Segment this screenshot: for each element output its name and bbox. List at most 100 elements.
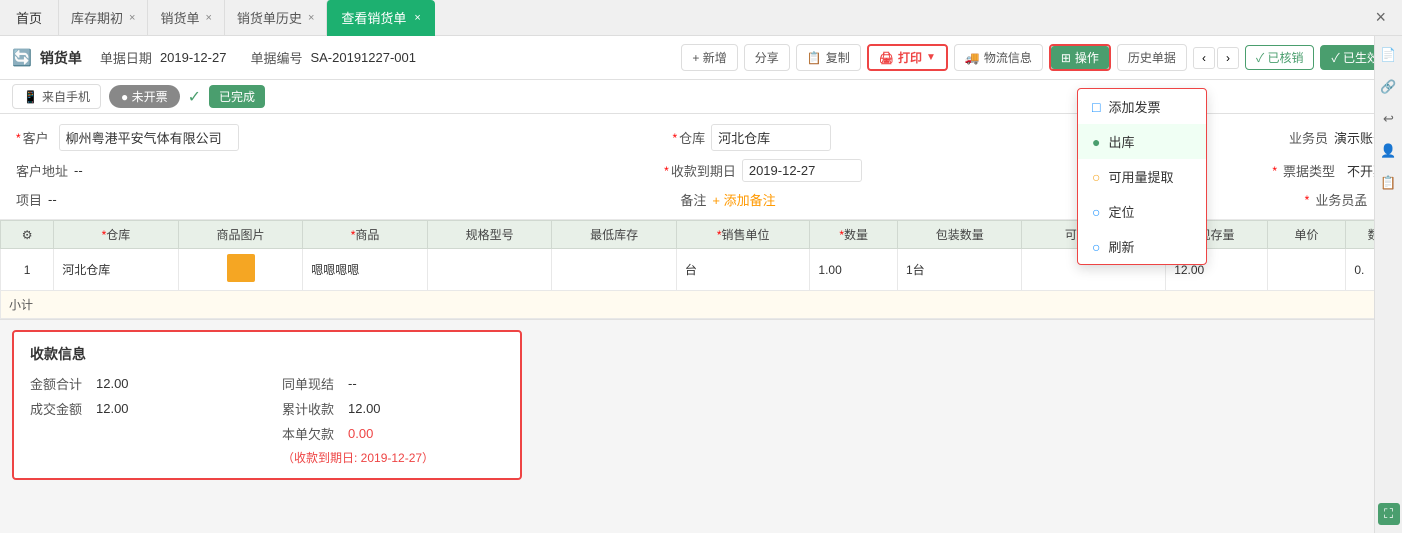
tab-sales-history[interactable]: 销货单历史 ×: [224, 0, 326, 36]
print-dropdown-arrow: ▼: [926, 52, 936, 63]
warehouse-value[interactable]: 河北仓库: [711, 124, 831, 151]
truck-icon: 🚚: [965, 51, 980, 65]
panel-icon-back[interactable]: ↩: [1378, 108, 1400, 130]
ticket-required: *: [1272, 164, 1277, 178]
tab-view-sales[interactable]: 查看销货单 ×: [326, 0, 434, 36]
col-min-stock: 最低库存: [552, 221, 677, 249]
tab-home-label: 首页: [16, 8, 42, 27]
warehouse-label: 仓库: [679, 128, 705, 147]
new-button[interactable]: + 新增: [681, 44, 737, 71]
cell-image: [178, 249, 303, 291]
payment-total-row: 金额合计 12.00: [30, 374, 252, 393]
dropdown-menu: □ 添加发票 ● 出库 ○ 可用量提取 ○ 定位 ○ 刷新: [1077, 88, 1207, 265]
panel-icon-clipboard[interactable]: 📋: [1378, 172, 1400, 194]
dropdown-item-invoice[interactable]: □ 添加发票: [1078, 89, 1206, 124]
nav-arrows: ‹ ›: [1193, 47, 1239, 69]
next-button[interactable]: ›: [1217, 47, 1239, 69]
dropdown-item-locate[interactable]: ○ 定位: [1078, 194, 1206, 229]
invoice-icon: □: [1092, 99, 1100, 115]
phone-icon: 📱: [23, 90, 38, 104]
col-image: 商品图片: [178, 221, 303, 249]
tab-sales-history-close[interactable]: ×: [308, 12, 314, 24]
col-pkg-qty: 包装数量: [897, 221, 1022, 249]
plus-icon: +: [712, 193, 720, 208]
payment-same-order-value: --: [348, 376, 357, 391]
cell-price: [1267, 249, 1346, 291]
locate-icon: ○: [1092, 204, 1100, 220]
subtotal-row: 小计: [1, 291, 1402, 319]
col-spec: 规格型号: [427, 221, 552, 249]
share-button[interactable]: 分享: [744, 44, 790, 71]
cell-product: 嗯嗯嗯嗯: [303, 249, 428, 291]
payment-total-value: 12.00: [96, 376, 129, 391]
history-button[interactable]: 历史单据: [1117, 44, 1187, 71]
logistics-button[interactable]: 🚚 物流信息: [954, 44, 1043, 71]
cell-unit: 台: [676, 249, 810, 291]
col-unit: *销售单位: [676, 221, 810, 249]
project-label: 项目: [16, 190, 42, 209]
product-image: [227, 254, 255, 282]
print-icon: 🖨: [879, 51, 894, 65]
payment-owed-label: 本单欠款: [282, 424, 342, 443]
operate-button[interactable]: ⊞ 操作: [1051, 46, 1109, 69]
cell-spec: [427, 249, 552, 291]
done-button[interactable]: 已完成: [209, 85, 265, 108]
tab-sales-close[interactable]: ×: [205, 12, 211, 24]
right-panel: 📄 🔗 ↩ 👤 📋 ⛶: [1374, 36, 1402, 533]
payment-deal-label: 成交金额: [30, 399, 90, 418]
staff-label: 业务员: [1289, 128, 1328, 147]
cancel-status-button[interactable]: ✓ 已核销: [1245, 45, 1315, 70]
subtotal-label: 小计: [1, 291, 1402, 319]
tab-sales[interactable]: 销货单 ×: [147, 0, 223, 36]
address-label: 客户地址: [16, 161, 68, 180]
panel-icon-user[interactable]: 👤: [1378, 140, 1400, 162]
from-phone-button[interactable]: 📱 来自手机: [12, 84, 101, 109]
project-value: --: [48, 192, 57, 207]
tab-inventory-label: 库存期初: [71, 8, 123, 27]
doc-title: 销货单: [40, 48, 82, 68]
dropdown-item-available[interactable]: ○ 可用量提取: [1078, 159, 1206, 194]
payment-same-order-label: 同单现结: [282, 374, 342, 393]
payment-total-label: 金额合计: [30, 374, 90, 393]
tab-home[interactable]: 首页: [0, 0, 58, 36]
panel-icon-doc[interactable]: 📄: [1378, 44, 1400, 66]
salesman-label: 业务员孟: [1315, 190, 1367, 209]
panel-icon-expand[interactable]: ⛶: [1378, 503, 1400, 525]
tab-view-sales-close[interactable]: ×: [414, 12, 420, 24]
tab-inventory[interactable]: 库存期初 ×: [58, 0, 147, 36]
meta-date-value: 2019-12-27: [160, 50, 227, 65]
payment-owed-value: 0.00: [348, 426, 373, 441]
copy-icon: 📋: [807, 51, 822, 65]
unchecked-button[interactable]: ● 未开票: [109, 85, 180, 108]
panel-icon-link[interactable]: 🔗: [1378, 76, 1400, 98]
tab-view-sales-label: 查看销货单: [341, 8, 406, 27]
meta-date-label: 单据日期: [100, 48, 152, 67]
payment-cumulative-value: 12.00: [348, 401, 381, 416]
grid-icon: ⊞: [1061, 51, 1071, 65]
doc-icon: 🔄: [12, 48, 32, 68]
prev-button[interactable]: ‹: [1193, 47, 1215, 69]
due-date-value[interactable]: 2019-12-27: [742, 159, 862, 182]
global-close-button[interactable]: ×: [1359, 7, 1402, 28]
tab-inventory-close[interactable]: ×: [129, 12, 135, 24]
payment-cumulative-label: 累计收款: [282, 399, 342, 418]
print-button[interactable]: 🖨 打印 ▼: [869, 46, 946, 69]
payment-deal-value: 12.00: [96, 401, 129, 416]
payment-due-text: （收款到期日: 2019-12-27）: [282, 449, 434, 466]
customer-value[interactable]: 柳州粤港平安气体有限公司: [59, 124, 239, 151]
copy-button[interactable]: 📋 复制: [796, 44, 861, 71]
payment-title: 收款信息: [30, 344, 504, 364]
payment-cumulative-row: 累计收款 12.00: [282, 399, 504, 418]
check-icon: ✓: [188, 87, 201, 107]
payment-same-order-row: 同单现结 --: [282, 374, 504, 393]
dropdown-item-outbound[interactable]: ● 出库: [1078, 124, 1206, 159]
due-date-required: *: [664, 164, 669, 178]
due-date-label: 收款到期日: [671, 161, 736, 180]
dropdown-item-refresh[interactable]: ○ 刷新: [1078, 229, 1206, 264]
tab-sales-label: 销货单: [160, 8, 199, 27]
salesman-required: *: [1305, 193, 1310, 207]
col-settings[interactable]: ⚙: [1, 221, 54, 249]
meta-num-value: SA-20191227-001: [310, 50, 416, 65]
customer-label: 客户: [23, 128, 53, 147]
remark-add-button[interactable]: + 添加备注: [712, 190, 775, 209]
